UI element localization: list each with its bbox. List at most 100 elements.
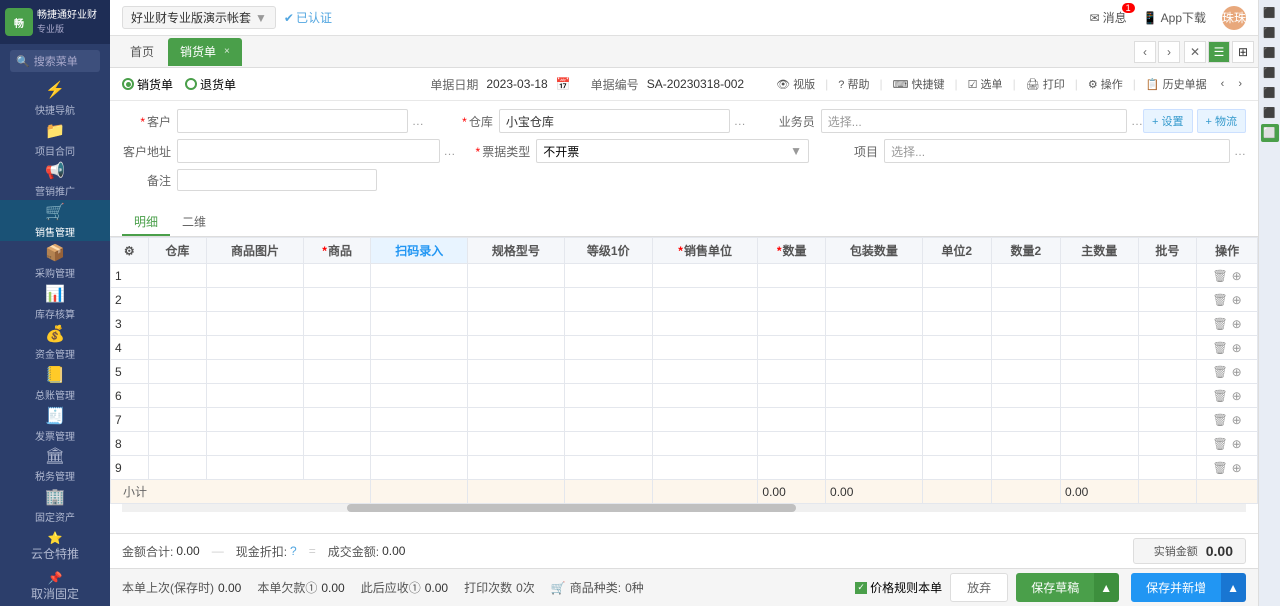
toolbar-next-btn[interactable]: › xyxy=(1234,76,1246,92)
salesman-search-btn[interactable]: … xyxy=(1131,114,1143,128)
tab-sales-order[interactable]: 销货单 × xyxy=(168,38,242,66)
tab-view-list-btn[interactable]: ☰ xyxy=(1208,41,1230,63)
tab-next-btn[interactable]: › xyxy=(1158,41,1180,63)
set-btn[interactable]: + 设置 xyxy=(1143,109,1192,133)
panel-btn-5[interactable]: ⬛ xyxy=(1261,84,1279,102)
tab-close-icon[interactable]: × xyxy=(224,46,230,57)
tab-close-all-btn[interactable]: ✕ xyxy=(1184,41,1206,63)
address-search-btn[interactable]: … xyxy=(444,144,456,158)
customer-search-btn[interactable]: … xyxy=(412,114,424,128)
row-copy-btn[interactable]: ⊕ xyxy=(1232,269,1242,283)
row-copy-btn[interactable]: ⊕ xyxy=(1232,437,1242,451)
panel-btn-3[interactable]: ⬛ xyxy=(1261,44,1279,62)
tab-prev-btn[interactable]: ‹ xyxy=(1134,41,1156,63)
toolbar-select-btn[interactable]: ☑ 选单 xyxy=(964,74,1007,94)
sidebar-item-fixed[interactable]: 🏢 固定资产 xyxy=(0,485,110,526)
abandon-btn[interactable]: 放弃 xyxy=(950,573,1008,602)
toolbar-print-btn[interactable]: 🖨 打印 xyxy=(1022,74,1069,94)
sidebar-item-purchase[interactable]: 📦 采购管理 xyxy=(0,241,110,282)
product-types-icon: 🛒 xyxy=(551,581,566,595)
sidebar-item-accounting[interactable]: 📒 总账管理 xyxy=(0,363,110,404)
tab-view-grid-btn[interactable]: ⊞ xyxy=(1232,41,1254,63)
subtotal-row: 小计 0.00 0.00 0.00 xyxy=(111,480,1258,504)
tab-home[interactable]: 首页 xyxy=(118,38,166,66)
save-new-dropdown-btn[interactable]: ▲ xyxy=(1221,573,1246,602)
topbar-left: 好业财专业版演示帐套 ▼ ✔ 已认证 xyxy=(122,6,332,29)
col-main-qty: 主数量 xyxy=(1060,238,1138,264)
sidebar-search[interactable]: 🔍 搜索菜单 xyxy=(10,50,100,72)
sidebar-item-capital[interactable]: 💰 资金管理 xyxy=(0,322,110,363)
row-delete-btn[interactable]: 🗑 xyxy=(1212,341,1227,355)
row-copy-btn[interactable]: ⊕ xyxy=(1232,413,1242,427)
address-input[interactable] xyxy=(177,139,440,163)
user-profile[interactable]: 珠珠 xyxy=(1222,6,1246,30)
row-copy-btn[interactable]: ⊕ xyxy=(1232,461,1242,475)
sidebar-item-cancel-fixed[interactable]: 📌 取消固定 xyxy=(0,566,110,606)
sidebar-item-marketing[interactable]: 📢 营销推广 xyxy=(0,160,110,201)
save-draft-dropdown-btn[interactable]: ▲ xyxy=(1094,573,1119,602)
panel-btn-4[interactable]: ⬛ xyxy=(1261,64,1279,82)
row-delete-btn[interactable]: 🗑 xyxy=(1212,461,1227,475)
row-copy-btn[interactable]: ⊕ xyxy=(1232,341,1242,355)
sidebar-item-quick-nav[interactable]: ⚡ 快捷导航 xyxy=(0,78,110,119)
tab-detail-erwei[interactable]: 二维 xyxy=(170,209,218,236)
discount-info-icon[interactable]: ? xyxy=(290,544,297,558)
project-input[interactable]: 选择... xyxy=(884,139,1230,163)
logistics-btn[interactable]: + 物流 xyxy=(1197,109,1246,133)
row-delete-btn[interactable]: 🗑 xyxy=(1212,437,1227,451)
radio-sales[interactable]: 销货单 xyxy=(122,76,173,93)
panel-btn-7[interactable]: ⬜ xyxy=(1261,124,1279,142)
price-rule-checkbox[interactable]: ✓ 价格规则本单 xyxy=(855,579,942,596)
sidebar-item-project[interactable]: 📁 项目合同 xyxy=(0,119,110,160)
panel-btn-6[interactable]: ⬛ xyxy=(1261,104,1279,122)
calendar-icon[interactable]: 📅 xyxy=(556,77,571,91)
toolbar-help-btn[interactable]: ? 帮助 xyxy=(834,74,873,94)
form-row-address: 客户地址 … *票据类型 不开票 ▼ 项目 选择... … xyxy=(122,139,1246,163)
table-row: 2🗑⊕ xyxy=(111,288,1258,312)
warehouse-input[interactable]: 小宝仓库 xyxy=(499,109,730,133)
row-delete-btn[interactable]: 🗑 xyxy=(1212,365,1227,379)
messages-btn[interactable]: ✉ 1 消息 xyxy=(1090,9,1127,26)
col-batch-import[interactable]: 扫码录入 xyxy=(371,238,468,264)
memo-input[interactable] xyxy=(177,169,377,191)
row-copy-btn[interactable]: ⊕ xyxy=(1232,365,1242,379)
toolbar-ops-btn[interactable]: ⚙ 操作 xyxy=(1084,74,1127,94)
panel-btn-2[interactable]: ⬛ xyxy=(1261,24,1279,42)
app-download-btn[interactable]: 📱 App下载 xyxy=(1143,9,1206,26)
toolbar-history-btn[interactable]: 📋 历史单据 xyxy=(1142,74,1211,94)
app-name: 畅捷通好业财 专业版 xyxy=(37,9,97,35)
sidebar-item-inventory[interactable]: 📊 库存核算 xyxy=(0,282,110,323)
row-delete-btn[interactable]: 🗑 xyxy=(1212,269,1227,283)
col-settings[interactable]: ⚙ xyxy=(111,238,149,264)
footer-info: 本单上次(保存时) 0.00 本单欠款① 0.00 此后应收① 0.00 打印次… xyxy=(122,579,644,596)
right-panel: ⬛ ⬛ ⬛ ⬛ ⬛ ⬛ ⬜ xyxy=(1258,0,1280,606)
warehouse-field-group: *仓库 小宝仓库 … xyxy=(444,109,746,133)
sidebar-item-tax[interactable]: 🏛 税务管理 xyxy=(0,445,110,486)
radio-return[interactable]: 退货单 xyxy=(185,76,236,93)
salesman-input[interactable]: 选择... xyxy=(821,109,1127,133)
row-delete-btn[interactable]: 🗑 xyxy=(1212,413,1227,427)
row-copy-btn[interactable]: ⊕ xyxy=(1232,293,1242,307)
warehouse-search-btn[interactable]: … xyxy=(734,114,746,128)
row-delete-btn[interactable]: 🗑 xyxy=(1212,389,1227,403)
panel-btn-1[interactable]: ⬛ xyxy=(1261,4,1279,22)
project-search-btn[interactable]: … xyxy=(1234,144,1246,158)
company-selector[interactable]: 好业财专业版演示帐套 ▼ xyxy=(122,6,276,29)
tab-detail-mingxi[interactable]: 明细 xyxy=(122,209,170,236)
row-copy-btn[interactable]: ⊕ xyxy=(1232,389,1242,403)
save-draft-btn[interactable]: 保存草稿 xyxy=(1016,573,1094,602)
save-new-btn[interactable]: 保存并新增 xyxy=(1131,573,1221,602)
invoice-field-group: *票据类型 不开票 ▼ xyxy=(476,139,810,163)
sidebar-item-sales[interactable]: 🛒 销售管理 xyxy=(0,200,110,241)
toolbar-prev-btn[interactable]: ‹ xyxy=(1217,76,1229,92)
customer-input[interactable] xyxy=(177,109,408,133)
sidebar-item-invoice[interactable]: 🧾 发票管理 xyxy=(0,404,110,445)
table-scrollbar[interactable] xyxy=(122,504,1246,512)
invoice-select[interactable]: 不开票 ▼ xyxy=(536,139,809,163)
toolbar-view-btn[interactable]: 👁 视版 xyxy=(772,74,819,94)
sidebar-item-special[interactable]: ⭐ 云仓特推 xyxy=(0,526,110,566)
row-delete-btn[interactable]: 🗑 xyxy=(1212,293,1227,307)
row-delete-btn[interactable]: 🗑 xyxy=(1212,317,1227,331)
row-copy-btn[interactable]: ⊕ xyxy=(1232,317,1242,331)
toolbar-shortcut-btn[interactable]: ⌨ 快捷键 xyxy=(889,74,949,94)
